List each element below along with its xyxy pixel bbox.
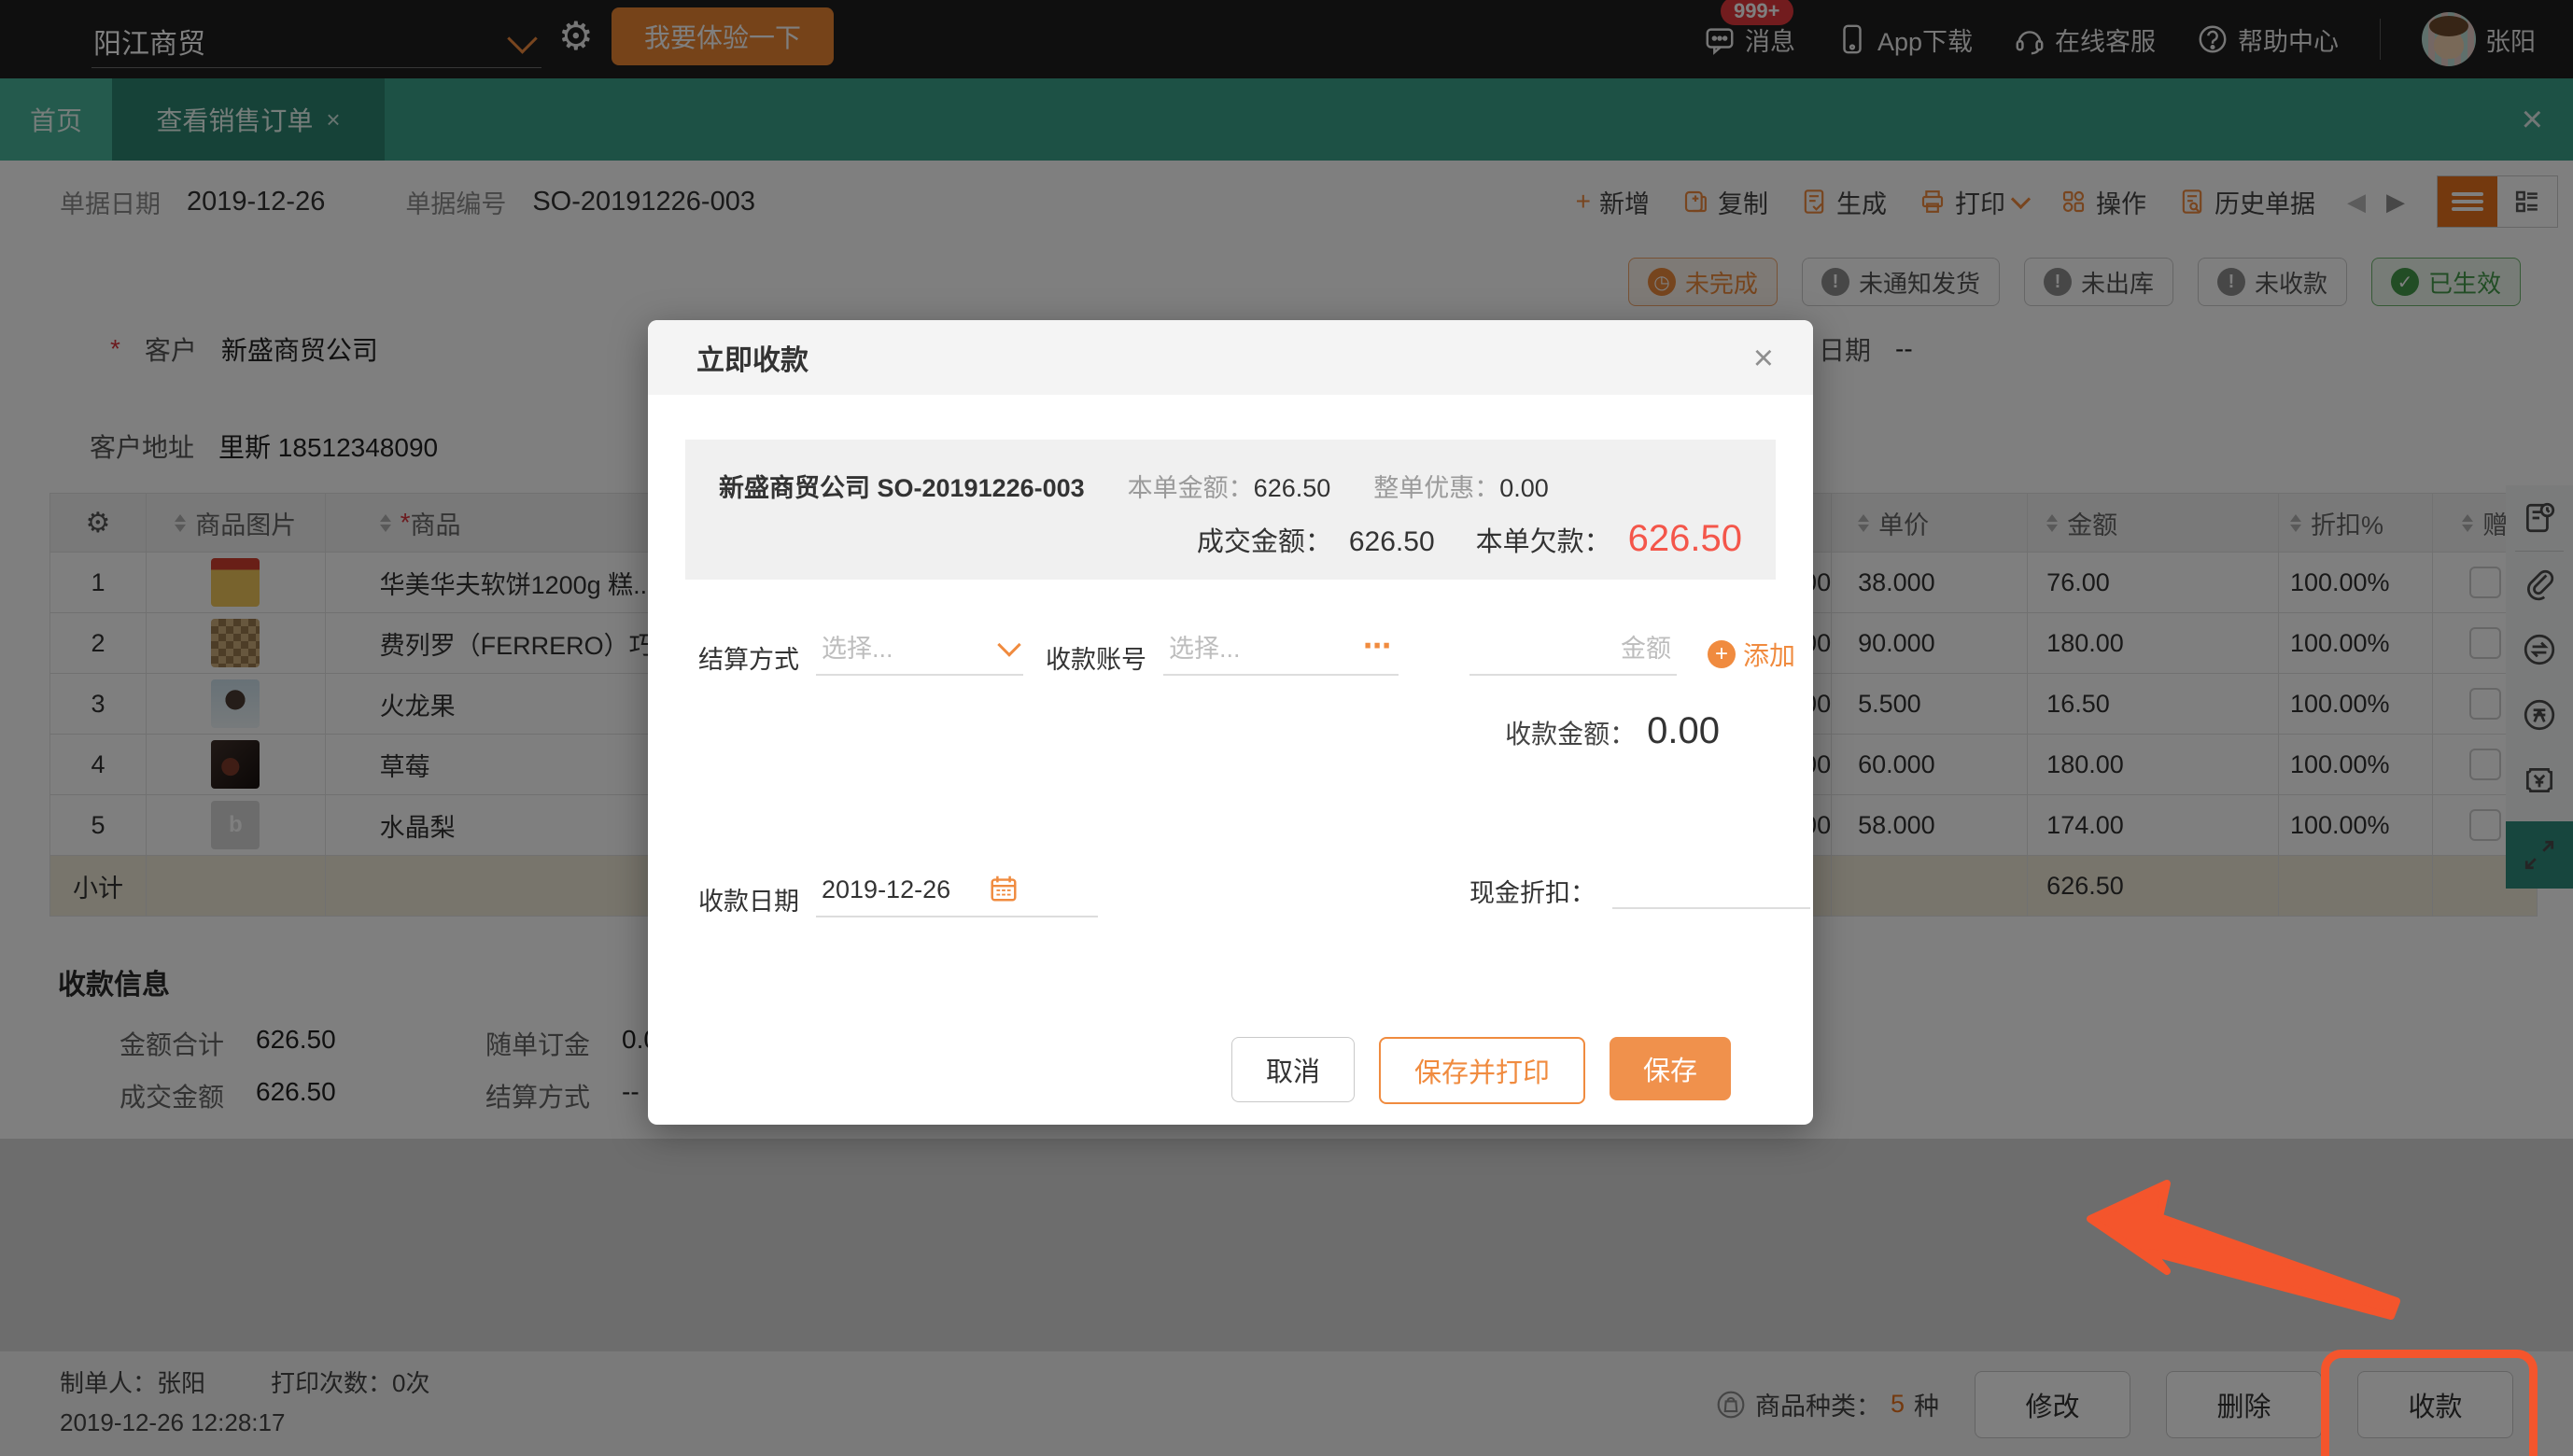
settlement-method-select[interactable]: 结算方式 选择... <box>698 628 1023 676</box>
annotation-highlight-box <box>2321 1350 2538 1456</box>
modal-title: 立即收款 <box>696 345 808 376</box>
summary-order: 新盛商贸公司 SO-20191226-003 <box>719 474 1085 502</box>
cancel-button[interactable]: 取消 <box>1230 1037 1355 1102</box>
ellipsis-icon[interactable]: ⋯ <box>1363 630 1393 663</box>
deal-amount-label: 成交金额： <box>1196 527 1332 557</box>
owe-value: 626.50 <box>1627 518 1742 559</box>
calendar-icon[interactable] <box>988 873 1019 904</box>
cash-discount-field[interactable]: 现金折扣： <box>1469 873 1810 909</box>
owe-label: 本单欠款： <box>1475 527 1611 557</box>
chevron-down-icon <box>997 632 1021 657</box>
receive-payment-modal: 立即收款 × 新盛商贸公司 SO-20191226-003 本单金额：626.5… <box>648 320 1813 1125</box>
receive-date-field[interactable]: 收款日期 2019-12-26 <box>698 873 1098 917</box>
modal-header: 立即收款 × <box>648 320 1813 395</box>
plus-circle-icon: + <box>1708 640 1736 668</box>
add-row-button[interactable]: + 添加 <box>1708 636 1795 673</box>
app-root: 阳江商贸 ⚙ 我要体验一下 999+ 消息 App下载 在线客服 帮助中心 <box>0 0 2573 1456</box>
deal-amount-value: 626.50 <box>1348 526 1435 557</box>
received-amount: 收款金额： 0.00 <box>1505 710 1720 751</box>
save-print-button[interactable]: 保存并打印 <box>1378 1037 1585 1104</box>
close-icon[interactable]: × <box>1753 339 1774 379</box>
save-button[interactable]: 保存 <box>1609 1037 1731 1100</box>
receive-account-select[interactable]: 收款账号 选择... ⋯ <box>1046 628 1399 676</box>
annotation-arrow <box>2087 1180 2400 1320</box>
order-summary-box: 新盛商贸公司 SO-20191226-003 本单金额：626.50 整单优惠：… <box>685 440 1776 580</box>
amount-input[interactable]: 金额 <box>1469 628 1677 676</box>
modal-buttons: 取消 保存并打印 保存 <box>1230 1037 1731 1104</box>
